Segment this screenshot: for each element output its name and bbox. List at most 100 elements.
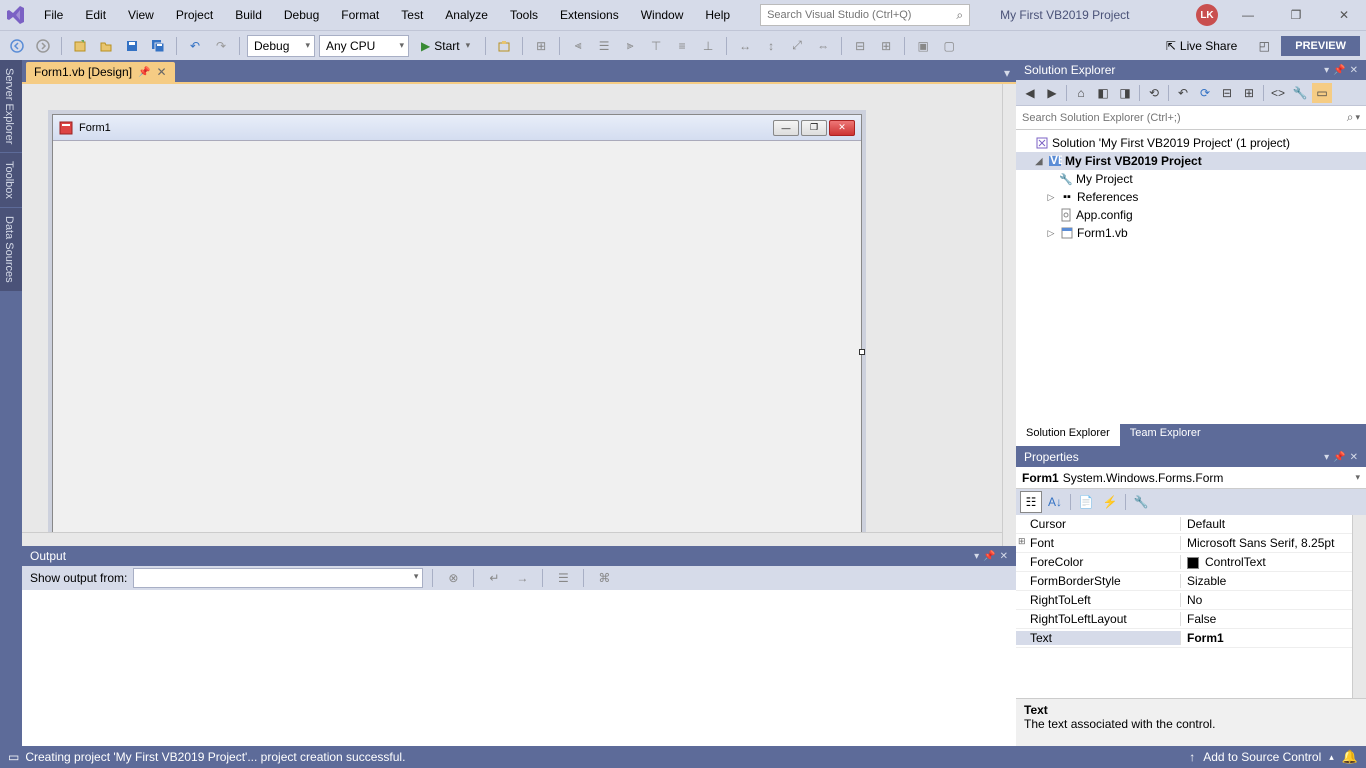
tab-solution-explorer[interactable]: Solution Explorer xyxy=(1016,424,1120,446)
space-h-icon[interactable]: ⇔ xyxy=(812,35,834,57)
properties-object-select[interactable]: Form1 System.Windows.Forms.Form ▾ xyxy=(1016,467,1366,489)
chevron-right-icon[interactable]: ▷ xyxy=(1045,228,1057,239)
tab-dropdown-icon[interactable]: ▾ xyxy=(998,64,1016,82)
pin-icon[interactable]: 📌 xyxy=(1333,452,1345,463)
fwd-icon[interactable]: ▶ xyxy=(1042,83,1062,103)
minimize-button[interactable]: — xyxy=(1230,2,1266,28)
panel-dropdown-icon[interactable]: ▾ xyxy=(974,551,979,562)
h-scrollbar[interactable] xyxy=(22,532,1002,546)
form-client-area[interactable] xyxy=(53,141,861,546)
undo-button[interactable]: ↶ xyxy=(184,35,206,57)
menu-view[interactable]: View xyxy=(118,4,164,26)
align-top-icon[interactable]: ⊤ xyxy=(645,35,667,57)
prop-row-formborderstyle[interactable]: FormBorderStyleSizable xyxy=(1016,572,1352,591)
nav-fwd-button[interactable] xyxy=(32,35,54,57)
undo-icon[interactable]: ↶ xyxy=(1173,83,1193,103)
bring-front-icon[interactable]: ▣ xyxy=(912,35,934,57)
prop-row-forecolor[interactable]: ForeColorControlText xyxy=(1016,553,1352,572)
save-button[interactable] xyxy=(121,35,143,57)
code-icon[interactable]: <> xyxy=(1268,83,1288,103)
size-both-icon[interactable]: ⤢ xyxy=(786,35,808,57)
prop-row-cursor[interactable]: CursorDefault xyxy=(1016,515,1352,534)
redo-button[interactable]: ↷ xyxy=(210,35,232,57)
menu-window[interactable]: Window xyxy=(631,4,694,26)
props-scrollbar[interactable] xyxy=(1352,515,1366,698)
maximize-button[interactable]: ❐ xyxy=(1278,2,1314,28)
menu-build[interactable]: Build xyxy=(225,4,272,26)
events-icon[interactable]: ⚡ xyxy=(1099,491,1121,513)
menu-format[interactable]: Format xyxy=(331,4,389,26)
new-project-button[interactable] xyxy=(69,35,91,57)
send-back-icon[interactable]: ▢ xyxy=(938,35,960,57)
open-button[interactable] xyxy=(95,35,117,57)
solution-search-input[interactable] xyxy=(1022,112,1347,124)
back-icon[interactable]: ◀ xyxy=(1020,83,1040,103)
tree-row-form1[interactable]: ▷ Form1.vb xyxy=(1016,224,1366,242)
collapse-icon[interactable]: ⊟ xyxy=(1217,83,1237,103)
menu-tools[interactable]: Tools xyxy=(500,4,548,26)
form-max-button[interactable]: ❐ xyxy=(801,120,827,136)
align-center-icon[interactable]: ☰ xyxy=(593,35,615,57)
output-text[interactable] xyxy=(22,590,1016,746)
prop-row-righttoleftlayout[interactable]: RightToLeftLayoutFalse xyxy=(1016,610,1352,629)
panel-close-icon[interactable]: ✕ xyxy=(1350,65,1358,76)
form-min-button[interactable]: — xyxy=(773,120,799,136)
properties-icon[interactable]: 🔧 xyxy=(1290,83,1310,103)
chevron-right-icon[interactable]: ▷ xyxy=(1045,192,1057,203)
output-source-select[interactable] xyxy=(133,568,423,588)
prop-row-text[interactable]: TextForm1 xyxy=(1016,629,1352,648)
source-control-button[interactable]: Add to Source Control xyxy=(1203,750,1321,764)
tab-close-icon[interactable]: ✕ xyxy=(157,65,167,79)
pin-icon[interactable]: 📌 xyxy=(1333,65,1345,76)
toolbox-button[interactable] xyxy=(493,35,515,57)
v-scrollbar[interactable] xyxy=(1002,84,1016,546)
feedback-button[interactable]: ◰ xyxy=(1253,35,1275,57)
chevron-down-icon[interactable]: ◢ xyxy=(1033,156,1045,167)
close-button[interactable]: ✕ xyxy=(1326,2,1362,28)
tree-row-project[interactable]: ◢ VB My First VB2019 Project xyxy=(1016,152,1366,170)
scope-icon[interactable]: ◧ xyxy=(1093,83,1113,103)
menu-test[interactable]: Test xyxy=(391,4,433,26)
tab-team-explorer[interactable]: Team Explorer xyxy=(1120,424,1211,446)
platform-select[interactable]: Any CPU xyxy=(319,35,409,57)
notifications-icon[interactable]: 🔔 xyxy=(1342,749,1358,765)
config-select[interactable]: Debug xyxy=(247,35,315,57)
show-all-icon[interactable]: ▭ xyxy=(1312,83,1332,103)
size-width-icon[interactable]: ↔ xyxy=(734,35,756,57)
nav-back-button[interactable] xyxy=(6,35,28,57)
home-icon[interactable]: ⌂ xyxy=(1071,83,1091,103)
tree-row-appconfig[interactable]: App.config xyxy=(1016,206,1366,224)
quick-search-input[interactable] xyxy=(767,9,956,21)
tree-row-myproject[interactable]: 🔧 My Project xyxy=(1016,170,1366,188)
panel-close-icon[interactable]: ✕ xyxy=(1350,452,1358,463)
pin-icon[interactable]: 📌 xyxy=(983,551,995,562)
center-v-icon[interactable]: ⊞ xyxy=(875,35,897,57)
refresh-icon[interactable]: ⟳ xyxy=(1195,83,1215,103)
alphabetical-icon[interactable]: A↓ xyxy=(1044,491,1066,513)
panel-dropdown-icon[interactable]: ▾ xyxy=(1324,452,1329,463)
expand-icon[interactable]: ⊞ xyxy=(1239,83,1259,103)
live-share-button[interactable]: ⇱ Live Share xyxy=(1166,39,1237,53)
output-wrap-icon[interactable]: ↵ xyxy=(483,567,505,589)
rail-tab-data-sources[interactable]: Data Sources xyxy=(0,208,22,291)
rail-tab-server-explorer[interactable]: Server Explorer xyxy=(0,60,22,152)
property-pages-icon[interactable]: 📄 xyxy=(1075,491,1097,513)
align-right-icon[interactable]: ⫸ xyxy=(619,35,641,57)
resize-handle-icon[interactable] xyxy=(859,349,865,355)
tree-row-references[interactable]: ▷ ▪▪ References xyxy=(1016,188,1366,206)
properties-grid[interactable]: CursorDefaultFont⊞Microsoft Sans Serif, … xyxy=(1016,515,1352,698)
menu-debug[interactable]: Debug xyxy=(274,4,329,26)
menu-edit[interactable]: Edit xyxy=(75,4,116,26)
output-cmd-icon[interactable]: ⌘ xyxy=(593,567,615,589)
output-list-icon[interactable]: ☰ xyxy=(552,567,574,589)
panel-dropdown-icon[interactable]: ▾ xyxy=(1324,65,1329,76)
sync-icon[interactable]: ⟲ xyxy=(1144,83,1164,103)
form-close-button[interactable]: ✕ xyxy=(829,120,855,136)
prop-row-font[interactable]: Font⊞Microsoft Sans Serif, 8.25pt xyxy=(1016,534,1352,553)
user-avatar[interactable]: LK xyxy=(1196,4,1218,26)
output-goto-icon[interactable]: → xyxy=(511,567,533,589)
solution-search[interactable]: ⌕ ▾ xyxy=(1016,106,1366,130)
menu-analyze[interactable]: Analyze xyxy=(435,4,498,26)
preview-button[interactable]: PREVIEW xyxy=(1281,36,1360,56)
menu-extensions[interactable]: Extensions xyxy=(550,4,629,26)
